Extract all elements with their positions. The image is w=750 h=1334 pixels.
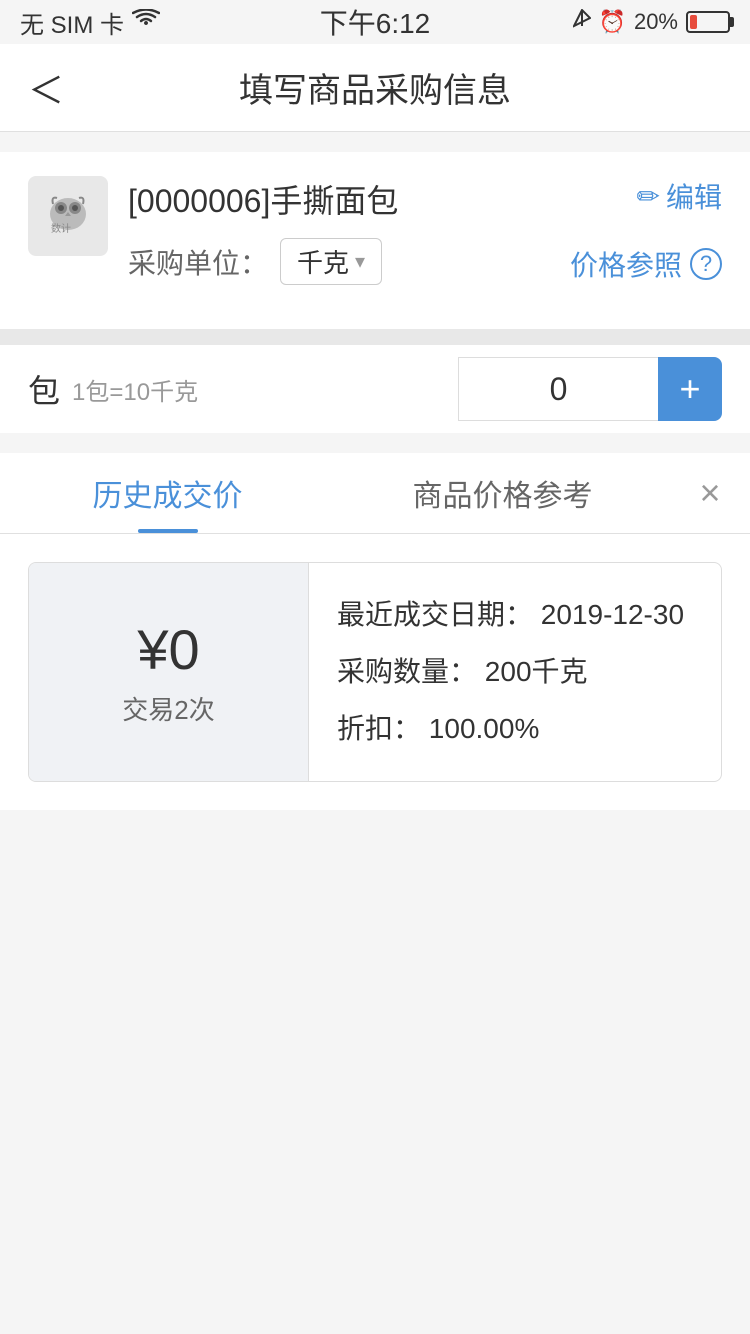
product-header: 数计 [0000006]手撕面包 采购单位： 千克 ▾ ✏ [28,176,722,285]
quantity-plus-button[interactable]: + [658,357,722,421]
unit-dropdown-arrow: ▾ [355,249,365,274]
quantity-control: + [458,357,722,421]
tab-price-reference[interactable]: 商品价格参考 [335,453,670,533]
price-ref-label: 价格参照 [570,244,682,284]
unit-label: 包 1包=10千克 [28,366,198,412]
product-owl-icon: 数计 [43,186,93,246]
help-icon: ? [690,248,722,280]
transaction-card: ¥0 交易2次 最近成交日期： 2019-12-30 采购数量： 200千克 折… [28,562,722,782]
product-name: [0000006]手撕面包 [128,176,398,222]
recent-date-value: 2019-12-30 [541,599,684,630]
purchase-unit-row: 采购单位： 千克 ▾ [128,238,398,285]
carrier-label: 无 SIM 卡 [20,5,124,40]
card-price: ¥0 [137,617,199,682]
product-logo: 数计 [28,176,108,256]
product-section: 数计 [0000006]手撕面包 采购单位： 千克 ▾ ✏ [0,152,750,329]
edit-label: 编辑 [666,176,722,216]
purchase-qty-row: 采购数量： 200千克 [337,652,693,691]
edit-icon: ✏ [637,180,660,213]
purchase-qty-label: 采购数量： [337,656,477,687]
unit-selector[interactable]: 千克 ▾ [280,238,382,285]
unit-value: 千克 [297,243,349,280]
discount-label: 折扣： [337,713,421,744]
recent-date-row: 最近成交日期： 2019-12-30 [337,595,693,634]
alarm-icon: ⏰ [599,9,626,35]
price-ref-button[interactable]: 价格参照 ? [570,244,722,284]
card-trade-count: 交易2次 [122,690,214,727]
quantity-input[interactable] [458,357,658,421]
tab-content: ¥0 交易2次 最近成交日期： 2019-12-30 采购数量： 200千克 折… [0,534,750,810]
tabs-panel: 历史成交价 商品价格参考 × ¥0 交易2次 最近成交日期： 2019-12-3… [0,453,750,810]
tabs-header: 历史成交价 商品价格参考 × [0,453,750,534]
quantity-section: 包 1包=10千克 + [0,345,750,433]
status-right: ⏰ 20% [573,9,730,35]
svg-text:数计: 数计 [51,222,71,235]
card-right: 最近成交日期： 2019-12-30 采购数量： 200千克 折扣： 100.0… [309,563,721,781]
battery-icon [686,11,730,33]
discount-value: 100.00% [429,713,540,744]
status-time: 下午6:12 [320,2,431,42]
edit-button[interactable]: ✏ 编辑 [637,176,722,216]
recent-date-label: 最近成交日期： [337,599,533,630]
product-actions: ✏ 编辑 价格参照 ? [570,176,722,284]
product-info: 数计 [0000006]手撕面包 采购单位： 千克 ▾ [28,176,398,285]
unit-conversion: 1包=10千克 [72,372,198,407]
tab-close-button[interactable]: × [670,453,750,533]
purchase-qty-value: 200千克 [485,656,588,687]
wifi-icon [132,8,160,36]
discount-row: 折扣： 100.00% [337,709,693,748]
battery-percent: 20% [634,9,678,35]
status-left: 无 SIM 卡 [20,5,160,40]
page-title: 填写商品采购信息 [239,63,511,112]
location-icon [573,9,591,35]
status-bar: 无 SIM 卡 下午6:12 ⏰ 20% [0,0,750,44]
unit-char: 包 [28,366,60,412]
card-left: ¥0 交易2次 [29,563,309,781]
tab-history-price[interactable]: 历史成交价 [0,453,335,533]
back-button[interactable]: ＜ [28,62,64,114]
section-divider [0,329,750,345]
purchase-unit-label: 采购单位： [128,242,268,282]
nav-bar: ＜ 填写商品采购信息 [0,44,750,132]
product-name-area: [0000006]手撕面包 采购单位： 千克 ▾ [128,176,398,285]
